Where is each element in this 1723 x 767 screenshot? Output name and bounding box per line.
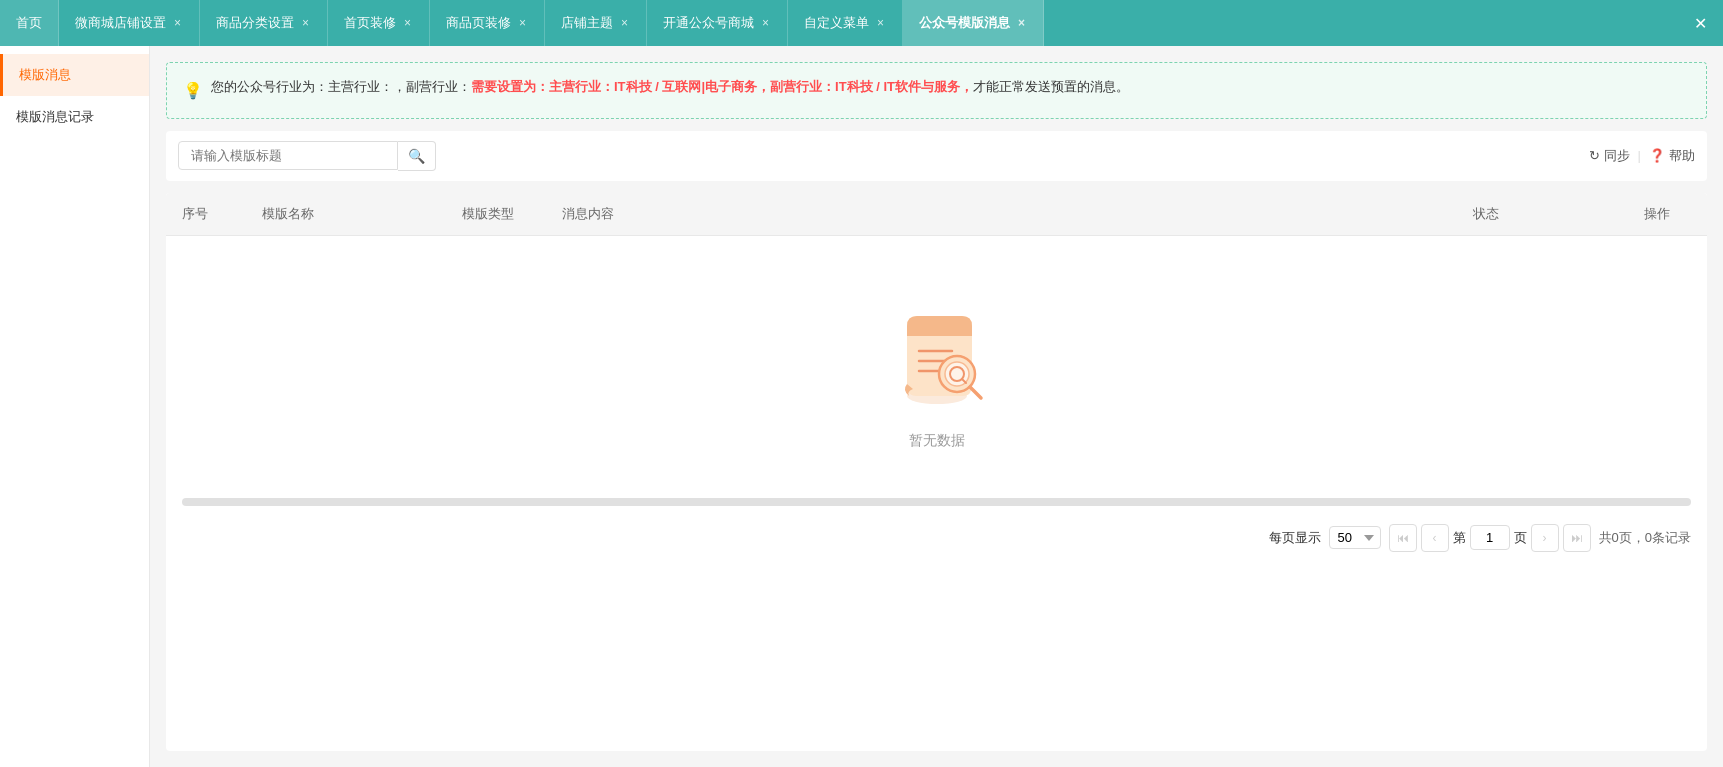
tab-label-home-decor: 首页装修 xyxy=(344,14,396,32)
table-header: 序号 模版名称 模版类型 消息内容 状态 操作 xyxy=(166,193,1707,236)
tab-close-custom-menu[interactable]: × xyxy=(875,14,886,32)
th-content: 消息内容 xyxy=(546,193,1457,235)
tab-close-weshop-settings[interactable]: × xyxy=(172,14,183,32)
tab-close-shop-theme[interactable]: × xyxy=(619,14,630,32)
notice-box: 💡 您的公众号行业为：主营行业：，副营行业：需要设置为：主营行业：IT科技 / … xyxy=(166,62,1707,119)
tab-template-msg[interactable]: 公众号模版消息 × xyxy=(903,0,1044,46)
search-left: 🔍 xyxy=(178,141,436,171)
th-status: 状态 xyxy=(1457,193,1607,235)
th-type: 模版类型 xyxy=(446,193,546,235)
sync-label: 同步 xyxy=(1604,147,1630,165)
page-input[interactable] xyxy=(1470,525,1510,550)
sync-icon: ↻ xyxy=(1589,148,1600,163)
pagination-row: 每页显示 50 10 20 100 ⏮ ‹ 第 页 › ⏭ 共0页，0条记录 xyxy=(166,514,1707,562)
page-nav: ⏮ ‹ 第 页 › ⏭ xyxy=(1389,524,1591,552)
next-page-button[interactable]: › xyxy=(1531,524,1559,552)
tab-label-custom-menu: 自定义菜单 xyxy=(804,14,869,32)
empty-text: 暂无数据 xyxy=(909,432,965,450)
search-row: 🔍 ↻ 同步 | ❓ 帮助 xyxy=(166,131,1707,181)
sidebar: 模版消息模版消息记录 xyxy=(0,46,150,767)
sidebar-item-template-msg-log[interactable]: 模版消息记录 xyxy=(0,96,149,138)
tab-open-mall[interactable]: 开通公众号商城 × xyxy=(647,0,788,46)
close-all-button[interactable]: ✕ xyxy=(1678,14,1723,33)
bulb-icon: 💡 xyxy=(183,78,203,104)
first-page-button[interactable]: ⏮ xyxy=(1389,524,1417,552)
empty-state: 暂无数据 xyxy=(166,236,1707,490)
tab-close-template-msg[interactable]: × xyxy=(1016,14,1027,32)
help-icon: ❓ xyxy=(1649,148,1665,163)
tab-custom-menu[interactable]: 自定义菜单 × xyxy=(788,0,903,46)
tab-label-shop-theme: 店铺主题 xyxy=(561,14,613,32)
tab-close-product-decor[interactable]: × xyxy=(517,14,528,32)
th-seq: 序号 xyxy=(166,193,246,235)
tab-shop-theme[interactable]: 店铺主题 × xyxy=(545,0,647,46)
tab-label-template-msg: 公众号模版消息 xyxy=(919,14,1010,32)
page-label: 第 xyxy=(1453,529,1466,547)
content-area: 💡 您的公众号行业为：主营行业：，副营行业：需要设置为：主营行业：IT科技 / … xyxy=(150,46,1723,767)
search-button[interactable]: 🔍 xyxy=(398,141,436,171)
sync-button[interactable]: ↻ 同步 xyxy=(1589,147,1630,165)
tab-home[interactable]: 首页 xyxy=(0,0,59,46)
tab-label-open-mall: 开通公众号商城 xyxy=(663,14,754,32)
notice-text: 您的公众号行业为：主营行业：，副营行业：需要设置为：主营行业：IT科技 / 互联… xyxy=(211,77,1129,98)
tab-product-decor[interactable]: 商品页装修 × xyxy=(430,0,545,46)
total-label: 共0页，0条记录 xyxy=(1599,529,1691,547)
divider: | xyxy=(1638,148,1641,163)
tab-label-home: 首页 xyxy=(16,14,42,32)
page-size-label: 每页显示 xyxy=(1269,529,1321,547)
page-size-select[interactable]: 50 10 20 100 xyxy=(1329,526,1381,549)
last-page-button[interactable]: ⏭ xyxy=(1563,524,1591,552)
tab-close-open-mall[interactable]: × xyxy=(760,14,771,32)
help-button[interactable]: ❓ 帮助 xyxy=(1649,147,1695,165)
page-suffix: 页 xyxy=(1514,529,1527,547)
search-input[interactable] xyxy=(178,141,398,170)
tab-close-home-decor[interactable]: × xyxy=(402,14,413,32)
empty-icon xyxy=(877,296,997,416)
tab-label-product-decor: 商品页装修 xyxy=(446,14,511,32)
tab-label-category-settings: 商品分类设置 xyxy=(216,14,294,32)
tab-label-weshop-settings: 微商城店铺设置 xyxy=(75,14,166,32)
tab-home-decor[interactable]: 首页装修 × xyxy=(328,0,430,46)
tab-weshop-settings[interactable]: 微商城店铺设置 × xyxy=(59,0,200,46)
tab-category-settings[interactable]: 商品分类设置 × xyxy=(200,0,328,46)
search-right: ↻ 同步 | ❓ 帮助 xyxy=(1589,147,1695,165)
main-layout: 模版消息模版消息记录 💡 您的公众号行业为：主营行业：，副营行业：需要设置为：主… xyxy=(0,46,1723,767)
th-action: 操作 xyxy=(1607,193,1707,235)
tab-close-category-settings[interactable]: × xyxy=(300,14,311,32)
top-nav: 首页微商城店铺设置×商品分类设置×首页装修×商品页装修×店铺主题×开通公众号商城… xyxy=(0,0,1723,46)
prev-page-button[interactable]: ‹ xyxy=(1421,524,1449,552)
sidebar-item-template-msg[interactable]: 模版消息 xyxy=(0,54,149,96)
table-wrapper: 序号 模版名称 模版类型 消息内容 状态 操作 xyxy=(166,193,1707,751)
th-name: 模版名称 xyxy=(246,193,446,235)
svg-line-6 xyxy=(970,387,981,398)
scroll-track[interactable] xyxy=(182,498,1691,506)
help-label: 帮助 xyxy=(1669,147,1695,165)
scroll-bar-row xyxy=(166,490,1707,514)
